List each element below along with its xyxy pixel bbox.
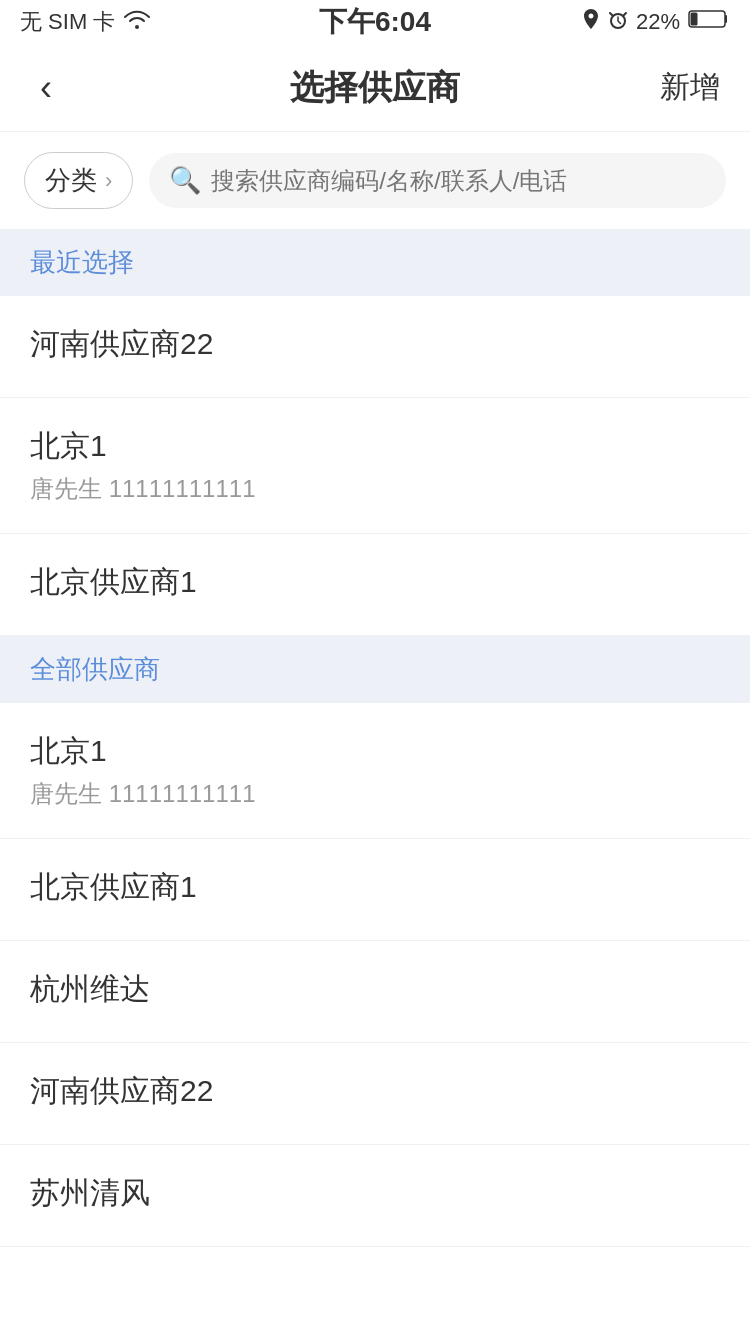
list-item[interactable]: 河南供应商22 bbox=[0, 296, 750, 398]
filter-row: 分类 › 🔍 bbox=[0, 132, 750, 229]
item-name: 河南供应商22 bbox=[30, 324, 720, 365]
back-button[interactable]: ‹ bbox=[30, 60, 62, 116]
list-item[interactable]: 杭州维达 bbox=[0, 941, 750, 1043]
status-time: 下午6:04 bbox=[319, 3, 431, 41]
list-item[interactable]: 河南供应商22 bbox=[0, 1043, 750, 1145]
status-left: 无 SIM 卡 bbox=[20, 7, 151, 37]
item-name: 北京1 bbox=[30, 731, 720, 772]
list-item[interactable]: 苏州清风 bbox=[0, 1145, 750, 1247]
status-bar: 无 SIM 卡 下午6:04 22% bbox=[0, 0, 750, 44]
recent-section-label: 最近选择 bbox=[30, 247, 134, 277]
recent-section-header: 最近选择 bbox=[0, 229, 750, 296]
carrier-text: 无 SIM 卡 bbox=[20, 7, 115, 37]
item-name: 河南供应商22 bbox=[30, 1071, 720, 1112]
alarm-icon bbox=[608, 8, 628, 36]
battery-text: 22% bbox=[636, 9, 680, 35]
list-item[interactable]: 北京供应商1 bbox=[0, 839, 750, 941]
add-button[interactable]: 新增 bbox=[660, 67, 720, 108]
battery-icon bbox=[688, 9, 730, 35]
all-items-list: 北京1 唐先生 11111111111 北京供应商1 杭州维达河南供应商22 苏州清风 bbox=[0, 703, 750, 1247]
location-icon bbox=[582, 8, 600, 36]
page-title: 选择供应商 bbox=[290, 65, 460, 111]
item-name: 北京供应商1 bbox=[30, 867, 720, 908]
nav-bar: ‹ 选择供应商 新增 bbox=[0, 44, 750, 132]
item-contact: 唐先生 11111111111 bbox=[30, 473, 720, 505]
recent-items-list: 河南供应商22 北京1 唐先生 11111111111 北京供应商1 bbox=[0, 296, 750, 636]
chevron-right-icon: › bbox=[105, 168, 112, 194]
list-item[interactable]: 北京1 唐先生 11111111111 bbox=[0, 703, 750, 839]
item-name: 苏州清风 bbox=[30, 1173, 720, 1214]
all-section-label: 全部供应商 bbox=[30, 654, 160, 684]
search-input[interactable] bbox=[211, 167, 706, 195]
wifi-icon bbox=[123, 9, 151, 35]
category-label: 分类 bbox=[45, 163, 97, 198]
status-right: 22% bbox=[582, 8, 730, 36]
item-name: 北京1 bbox=[30, 426, 720, 467]
item-contact: 唐先生 11111111111 bbox=[30, 778, 720, 810]
list-item[interactable]: 北京1 唐先生 11111111111 bbox=[0, 398, 750, 534]
item-name: 杭州维达 bbox=[30, 969, 720, 1010]
all-section-header: 全部供应商 bbox=[0, 636, 750, 703]
category-filter-button[interactable]: 分类 › bbox=[24, 152, 133, 209]
search-icon: 🔍 bbox=[169, 165, 201, 196]
list-item[interactable]: 北京供应商1 bbox=[0, 534, 750, 636]
svg-rect-2 bbox=[691, 13, 698, 26]
search-box: 🔍 bbox=[149, 153, 726, 208]
item-name: 北京供应商1 bbox=[30, 562, 720, 603]
